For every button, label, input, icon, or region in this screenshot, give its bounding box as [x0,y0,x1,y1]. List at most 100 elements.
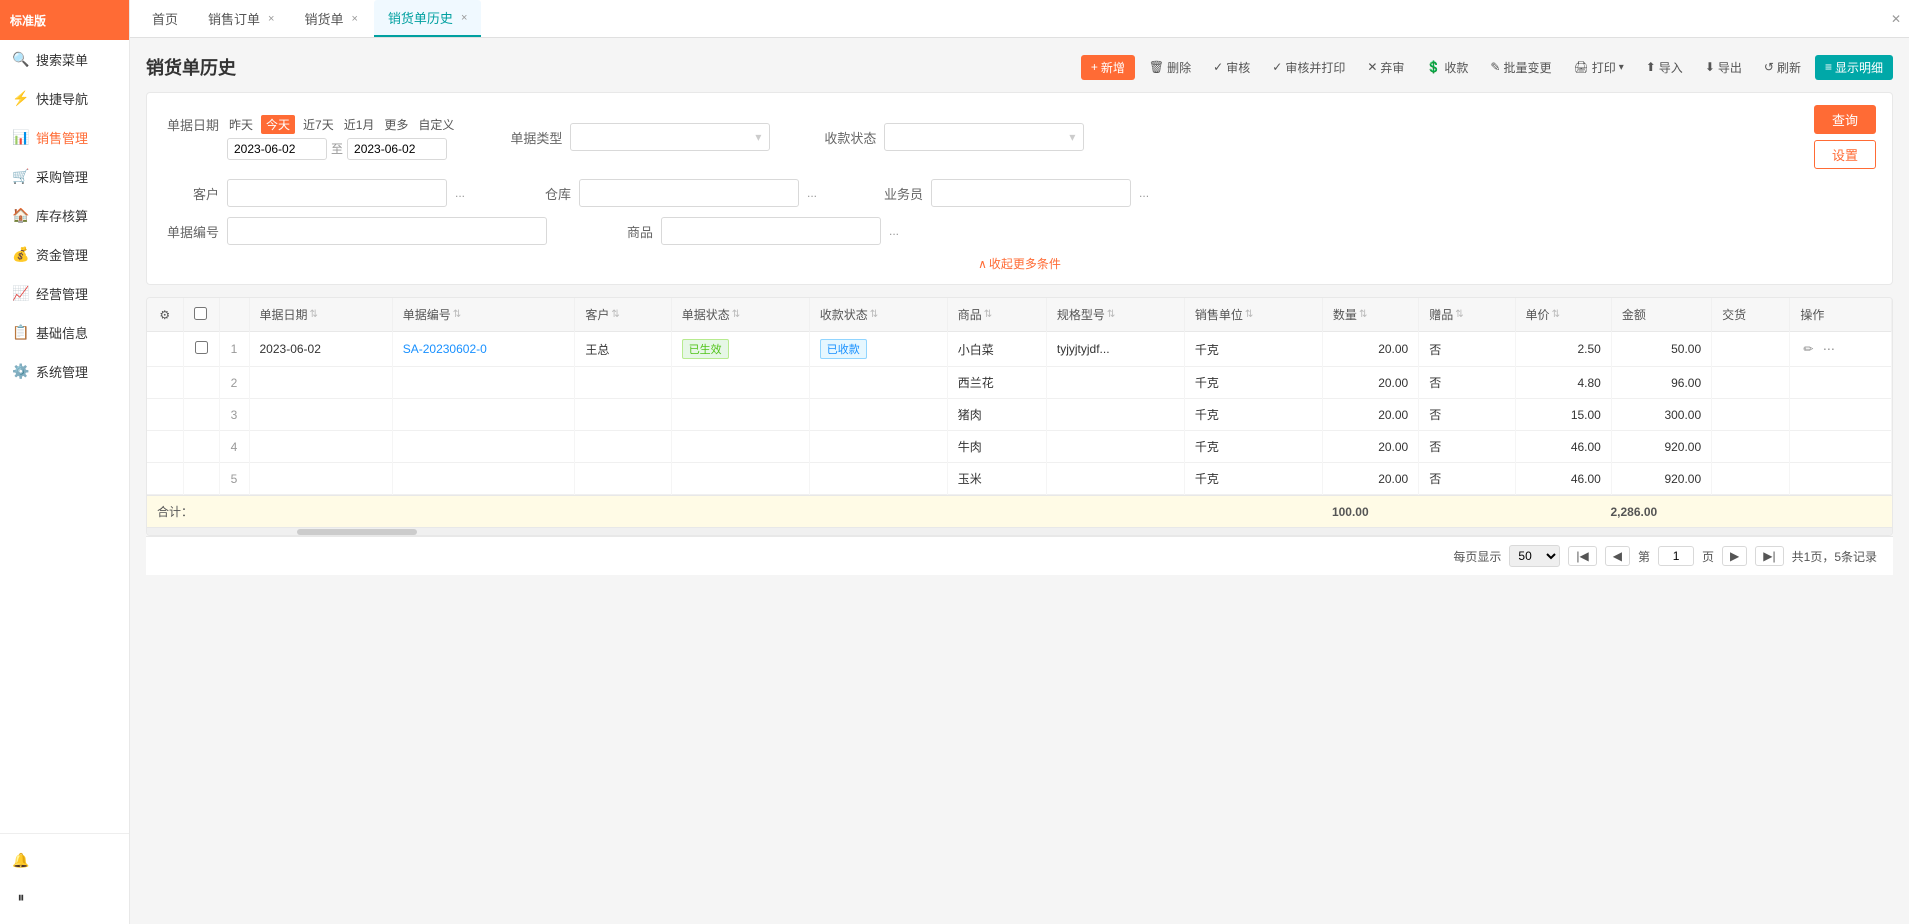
checkbox-cell[interactable] [183,399,219,431]
shortcut-custom[interactable]: 自定义 [416,115,456,134]
tab-sales-shipment[interactable]: 销货单 × [290,0,371,37]
docno-link[interactable]: SA-20230602-0 [403,342,487,356]
docno-cell[interactable] [392,431,575,463]
product-dotdot[interactable]: ... [889,224,899,238]
docno-cell[interactable] [392,367,575,399]
product-col-header[interactable]: 商品 ⇅ [947,298,1046,332]
row-checkbox[interactable] [195,341,208,354]
checkbox-cell[interactable] [183,431,219,463]
refresh-button[interactable]: ↺ 刷新 [1756,55,1809,80]
shortcut-more[interactable]: 更多 [382,115,410,134]
tab-home[interactable]: 首页 [138,0,192,37]
checkbox-col-header[interactable] [183,298,219,332]
date-sort[interactable]: 单据日期 ⇅ [260,306,318,323]
collect-status-select[interactable]: ▾ [884,123,1084,151]
customer-dotdot[interactable]: ... [455,186,465,200]
docstatus-sort[interactable]: 单据状态 ⇅ [682,306,740,323]
date-from-input[interactable] [227,138,327,160]
docno-cell[interactable] [392,399,575,431]
unit-sort[interactable]: 销售单位 ⇅ [1195,306,1253,323]
gear-col-header[interactable]: ⚙ [147,298,183,332]
salesperson-dotdot[interactable]: ... [1139,186,1149,200]
scrollbar-thumb[interactable] [297,529,417,535]
approve-print-button[interactable]: ✓ 审核并打印 [1264,55,1353,80]
sidebar-notify-btn[interactable]: 🔔 [0,842,129,879]
page-size-select[interactable]: 50 10 20 100 [1509,545,1560,567]
checkbox-cell[interactable] [183,367,219,399]
customer-col-header[interactable]: 客户 ⇅ [575,298,671,332]
tab-sales-history[interactable]: 销货单历史 × [374,0,481,37]
tab-sales-order-close[interactable]: × [268,13,274,25]
spec-sort[interactable]: 规格型号 ⇅ [1057,306,1115,323]
unit-col-header[interactable]: 销售单位 ⇅ [1184,298,1322,332]
shortcut-1month[interactable]: 近1月 [342,115,377,134]
price-sort[interactable]: 单价 ⇅ [1526,306,1560,323]
delete-button[interactable]: 🗑 删除 [1141,55,1199,80]
qty-col-header[interactable]: 数量 ⇅ [1322,298,1418,332]
sidebar-pause-btn[interactable]: ⏸ [0,879,129,916]
sidebar-item-basic-info[interactable]: 📋 基础信息 [0,313,129,352]
warehouse-dotdot[interactable]: ... [807,186,817,200]
sidebar-item-fund-mgmt[interactable]: 💰 资金管理 [0,235,129,274]
import-button[interactable]: ⬆ 导入 [1638,55,1691,80]
checkbox-cell[interactable] [183,332,219,367]
approve-button[interactable]: ✓ 审核 [1205,55,1258,80]
docno-sort[interactable]: 单据编号 ⇅ [403,306,461,323]
sidebar-item-inventory-calc[interactable]: 🏠 库存核算 [0,196,129,235]
docno-input[interactable] [227,217,547,245]
sidebar-item-purchase-mgmt[interactable]: 🛒 采购管理 [0,157,129,196]
window-close-btn[interactable]: ✕ [1891,12,1901,26]
shortcut-today[interactable]: 今天 [261,115,295,134]
price-col-header[interactable]: 单价 ⇅ [1515,298,1611,332]
salesperson-input[interactable] [931,179,1131,207]
checkbox-cell[interactable] [183,463,219,495]
doc-type-select[interactable]: ▾ [570,123,770,151]
docno-cell[interactable]: SA-20230602-0 [392,332,575,367]
tab-sales-history-close[interactable]: × [461,12,467,24]
edit-op-btn[interactable]: ✏ [1800,341,1816,357]
docno-cell[interactable] [392,463,575,495]
print-button[interactable]: 🖨 打印 ▾ [1565,55,1631,80]
docno-col-header[interactable]: 单据编号 ⇅ [392,298,575,332]
shortcut-yesterday[interactable]: 昨天 [227,115,255,134]
gift-sort[interactable]: 赠品 ⇅ [1429,306,1463,323]
sidebar-item-system-mgmt[interactable]: ⚙️ 系统管理 [0,352,129,391]
show-detail-button[interactable]: ≡ 显示明细 [1815,55,1893,80]
query-button[interactable]: 查询 [1814,105,1876,134]
new-button[interactable]: + 新增 [1081,55,1135,80]
settings-button[interactable]: 设置 [1814,140,1876,169]
abandon-button[interactable]: ✕ 弃审 [1359,55,1412,80]
product-input[interactable] [661,217,881,245]
collect-button[interactable]: 💲 收款 [1418,55,1476,80]
sidebar-item-quick-nav[interactable]: ⚡ 快捷导航 [0,79,129,118]
sidebar-item-operations-mgmt[interactable]: 📈 经营管理 [0,274,129,313]
next-page-btn[interactable]: ▶ [1722,546,1747,566]
date-col-header[interactable]: 单据日期 ⇅ [249,298,392,332]
warehouse-input[interactable] [579,179,799,207]
select-all-checkbox[interactable] [194,307,207,320]
collectstatus-col-header[interactable]: 收款状态 ⇅ [809,298,947,332]
tab-sales-order[interactable]: 销售订单 × [194,0,288,37]
sidebar-item-sales-mgmt[interactable]: 📊 销售管理 [0,118,129,157]
tab-sales-shipment-close[interactable]: × [351,13,357,25]
shortcut-7days[interactable]: 近7天 [301,115,336,134]
gear-icon[interactable]: ⚙ [159,308,170,322]
docstatus-col-header[interactable]: 单据状态 ⇅ [671,298,809,332]
collectstatus-sort[interactable]: 收款状态 ⇅ [820,306,878,323]
product-sort[interactable]: 商品 ⇅ [958,306,992,323]
more-op-btn[interactable]: ⋯ [1820,341,1838,357]
qty-sort[interactable]: 数量 ⇅ [1333,306,1367,323]
table-scrollbar[interactable] [147,527,1892,535]
sidebar-item-search-menu[interactable]: 🔍 搜索菜单 [0,40,129,79]
export-button[interactable]: ⬇ 导出 [1697,55,1750,80]
prev-page-btn[interactable]: ◀ [1605,546,1630,566]
last-page-btn[interactable]: ▶| [1755,546,1783,566]
customer-input[interactable] [227,179,447,207]
collapse-btn[interactable]: ∧ 收起更多条件 [978,255,1061,272]
gift-col-header[interactable]: 赠品 ⇅ [1419,298,1515,332]
batch-change-button[interactable]: ✎ 批量变更 [1482,55,1559,80]
spec-col-header[interactable]: 规格型号 ⇅ [1046,298,1184,332]
first-page-btn[interactable]: |◀ [1568,546,1596,566]
date-to-input[interactable] [347,138,447,160]
page-input[interactable] [1658,546,1694,566]
